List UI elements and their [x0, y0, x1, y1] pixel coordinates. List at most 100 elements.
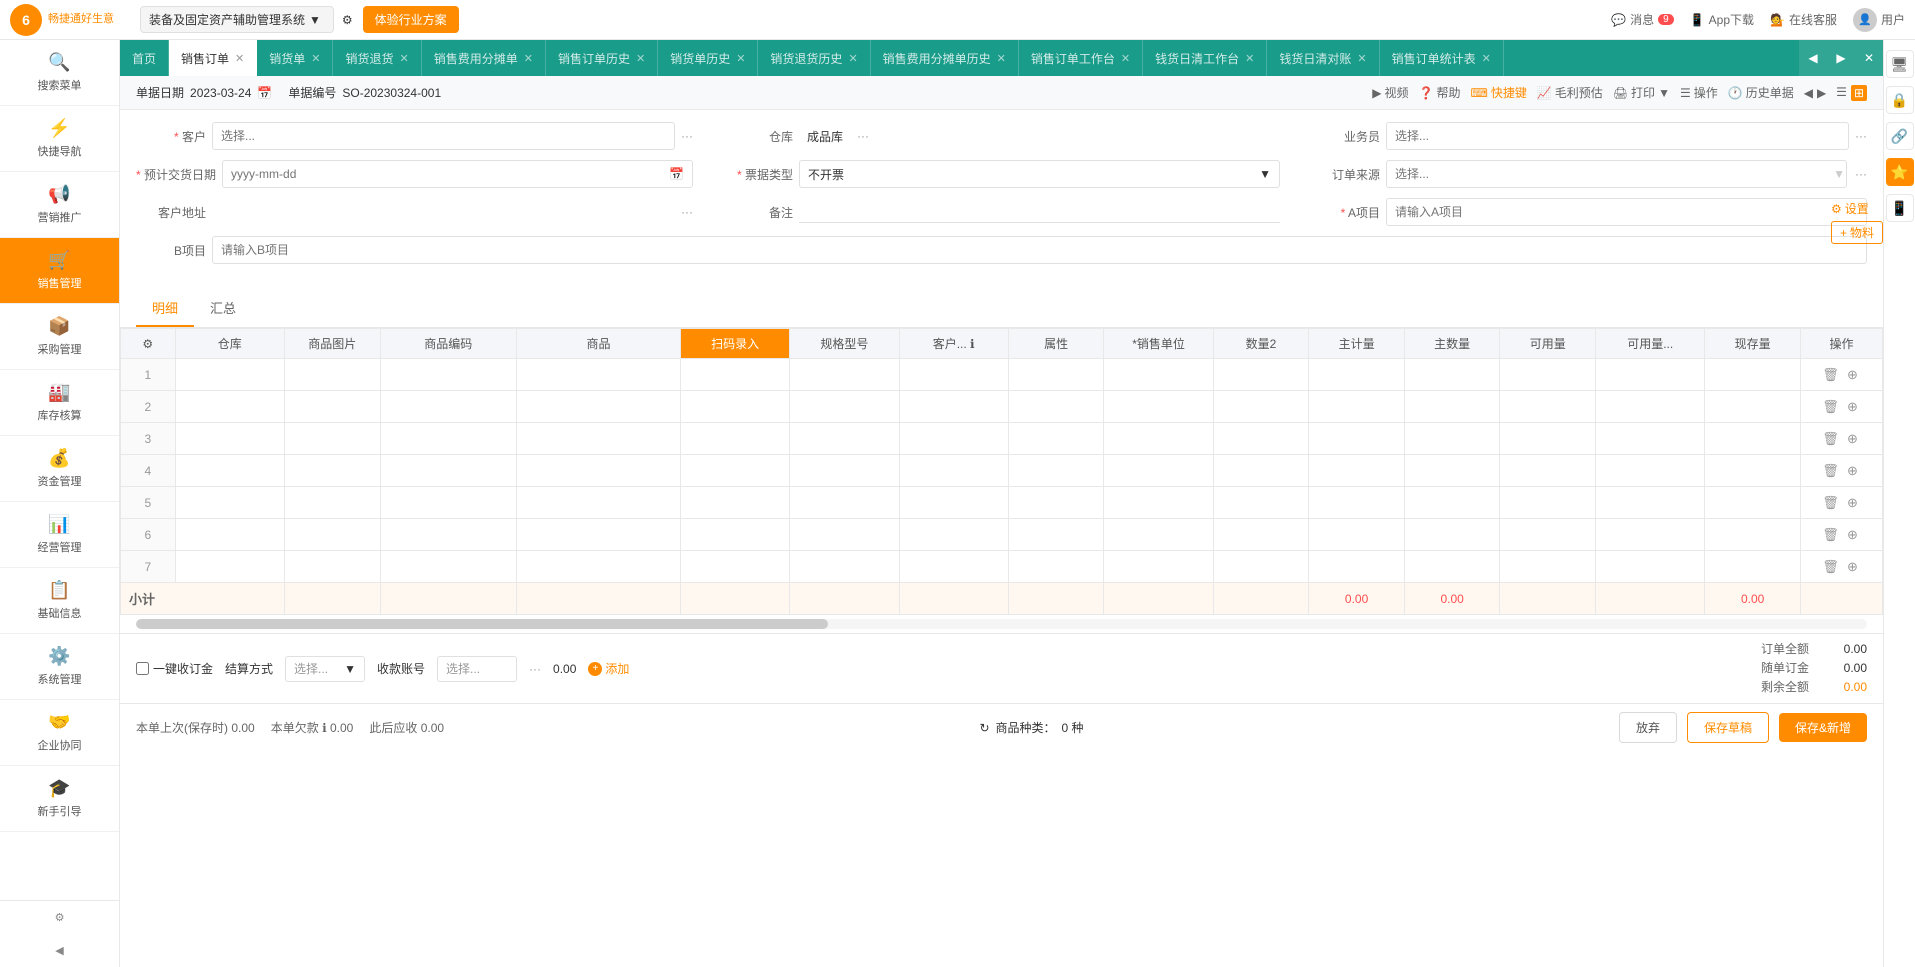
list-view-btn[interactable]: ☰ — [1836, 85, 1847, 101]
row-attr[interactable] — [1008, 359, 1104, 391]
calendar-icon[interactable]: 📅 — [669, 167, 684, 181]
discard-btn[interactable]: 放弃 — [1619, 712, 1677, 743]
tab-next-btn[interactable]: ▶ — [1827, 40, 1855, 76]
refresh-icon[interactable]: ↻ — [979, 721, 989, 735]
copy-icon[interactable]: ⊕ — [1843, 558, 1861, 576]
tab-return-history[interactable]: 销货退货历史 ✕ — [758, 40, 870, 76]
order-source-input[interactable] — [1386, 160, 1847, 188]
right-panel-display-icon[interactable]: 🖥 — [1886, 50, 1914, 78]
tab-detail[interactable]: 明细 — [136, 290, 194, 327]
tab-daily-workbench[interactable]: 钱货日清工作台 ✕ — [1143, 40, 1267, 76]
sidebar-item-enterprise[interactable]: 🤝 企业协同 — [0, 700, 119, 766]
app-download-btn[interactable]: 📱 App下载 — [1690, 11, 1754, 28]
row-qty2[interactable] — [1213, 359, 1309, 391]
tab-more-btn[interactable]: ✕ — [1855, 40, 1883, 76]
tab-order-history[interactable]: 销售订单历史 ✕ — [546, 40, 658, 76]
close-icon[interactable]: ✕ — [1121, 52, 1130, 65]
row-warehouse[interactable] — [175, 359, 284, 391]
tab-prev-btn[interactable]: ◀ — [1799, 40, 1827, 76]
save-draft-btn[interactable]: 保存草稿 — [1687, 712, 1769, 743]
tab-sales-goods[interactable]: 销货单 ✕ — [257, 40, 333, 76]
row-main-qty[interactable] — [1404, 359, 1500, 391]
help-btn[interactable]: ❓ 帮助 — [1419, 84, 1461, 101]
close-icon[interactable]: ✕ — [524, 52, 533, 65]
tab-sales-return[interactable]: 销货退货 ✕ — [333, 40, 421, 76]
settings-gear[interactable]: ⚙ — [342, 13, 353, 27]
system-selector[interactable]: 装备及固定资产辅助管理系统 ▼ — [140, 6, 334, 33]
sidebar-item-purchase[interactable]: 📦 采购管理 — [0, 304, 119, 370]
one-click-input[interactable] — [136, 662, 149, 675]
close-icon[interactable]: ✕ — [235, 52, 244, 65]
delete-icon[interactable]: 🗑 — [1821, 366, 1839, 384]
delete-icon[interactable]: 🗑 — [1821, 398, 1839, 416]
copy-icon[interactable]: ⊕ — [1843, 398, 1861, 416]
a-project-input[interactable] — [1386, 198, 1867, 226]
row-code[interactable] — [380, 359, 517, 391]
shortcut-btn[interactable]: ⌨ 快捷键 — [1471, 84, 1527, 101]
right-panel-mobile-icon[interactable]: 📱 — [1886, 194, 1914, 222]
delete-icon[interactable]: 🗑 — [1821, 430, 1839, 448]
preview-btn[interactable]: ▶ 视频 — [1372, 84, 1408, 101]
tab-order-stats[interactable]: 销售订单统计表 ✕ — [1380, 40, 1504, 76]
sidebar-settings-btn[interactable]: ⚙ — [0, 901, 119, 934]
table-scrollbar[interactable] — [136, 619, 1867, 629]
payment-method-select[interactable]: 选择... ▼ — [285, 656, 365, 682]
delivery-date-input[interactable] — [231, 167, 665, 181]
customer-more-btn[interactable]: ··· — [681, 129, 693, 143]
close-icon[interactable]: ✕ — [848, 52, 857, 65]
sidebar-item-sales[interactable]: 🛒 销售管理 — [0, 238, 119, 304]
online-service-btn[interactable]: 💁 在线客服 — [1770, 11, 1837, 28]
close-icon[interactable]: ✕ — [400, 52, 409, 65]
row-product[interactable] — [517, 359, 681, 391]
trial-btn[interactable]: 体验行业方案 — [363, 6, 459, 33]
sidebar-item-operations[interactable]: 📊 经营管理 — [0, 502, 119, 568]
settings-btn[interactable]: ⚙ 设置 — [1831, 200, 1883, 217]
row-spec[interactable] — [790, 359, 899, 391]
right-panel-link-icon[interactable]: 🔗 — [1886, 122, 1914, 150]
profit-forecast-btn[interactable]: 📈 毛利预估 — [1537, 84, 1603, 101]
row-scan[interactable] — [680, 359, 789, 391]
delete-icon[interactable]: 🗑 — [1821, 526, 1839, 544]
salesperson-more-btn[interactable]: ··· — [1855, 129, 1867, 143]
delete-icon[interactable]: 🗑 — [1821, 462, 1839, 480]
right-panel-star-icon[interactable]: ⭐ — [1886, 158, 1914, 186]
copy-icon[interactable]: ⊕ — [1843, 526, 1861, 544]
warehouse-more-btn[interactable]: ··· — [857, 129, 869, 143]
tab-order-workbench[interactable]: 销售订单工作台 ✕ — [1019, 40, 1143, 76]
order-source-more-btn[interactable]: ··· — [1855, 167, 1867, 181]
sidebar-item-quick[interactable]: ⚡ 快捷导航 — [0, 106, 119, 172]
user-btn[interactable]: 👤 用户 — [1853, 8, 1905, 32]
add-payment-btn[interactable]: + 添加 — [588, 660, 629, 677]
b-project-input[interactable] — [212, 236, 1867, 264]
print-btn[interactable]: 🖨 打印 ▼ — [1613, 84, 1670, 101]
grid-view-btn[interactable]: ⊞ — [1851, 85, 1867, 101]
close-icon[interactable]: ✕ — [997, 52, 1006, 65]
sidebar-item-system[interactable]: ⚙️ 系统管理 — [0, 634, 119, 700]
close-icon[interactable]: ✕ — [636, 52, 645, 65]
account-more-btn[interactable]: ··· — [529, 662, 541, 676]
history-btn[interactable]: 🕐 历史单据 — [1728, 84, 1794, 101]
copy-icon[interactable]: ⊕ — [1843, 430, 1861, 448]
th-settings[interactable]: ⚙ — [121, 329, 176, 359]
sidebar-item-basic[interactable]: 📋 基础信息 — [0, 568, 119, 634]
copy-icon[interactable]: ⊕ — [1843, 494, 1861, 512]
row-stock[interactable] — [1705, 359, 1801, 391]
tab-goods-history[interactable]: 销货单历史 ✕ — [658, 40, 758, 76]
sidebar-item-guide[interactable]: 🎓 新手引导 — [0, 766, 119, 832]
operations-btn[interactable]: ☰ 操作 — [1680, 84, 1718, 101]
address-more-btn[interactable]: ··· — [681, 205, 693, 219]
row-cust-code[interactable] — [899, 359, 1008, 391]
delete-icon[interactable]: 🗑 — [1821, 558, 1839, 576]
account-select[interactable]: 选择... — [437, 656, 517, 682]
customer-input[interactable] — [212, 122, 675, 150]
sidebar-item-inventory[interactable]: 🏭 库存核算 — [0, 370, 119, 436]
message-btn[interactable]: 💬 消息 9 — [1611, 11, 1674, 28]
close-icon[interactable]: ✕ — [1245, 52, 1254, 65]
prev-record-btn[interactable]: ◀ — [1804, 86, 1813, 100]
one-click-checkbox[interactable]: 一键收订金 — [136, 660, 213, 677]
scrollbar-thumb[interactable] — [136, 619, 828, 629]
copy-icon[interactable]: ⊕ — [1843, 366, 1861, 384]
row-available2[interactable] — [1596, 359, 1705, 391]
sidebar-collapse-btn[interactable]: ◀ — [0, 934, 119, 967]
delete-icon[interactable]: 🗑 — [1821, 494, 1839, 512]
